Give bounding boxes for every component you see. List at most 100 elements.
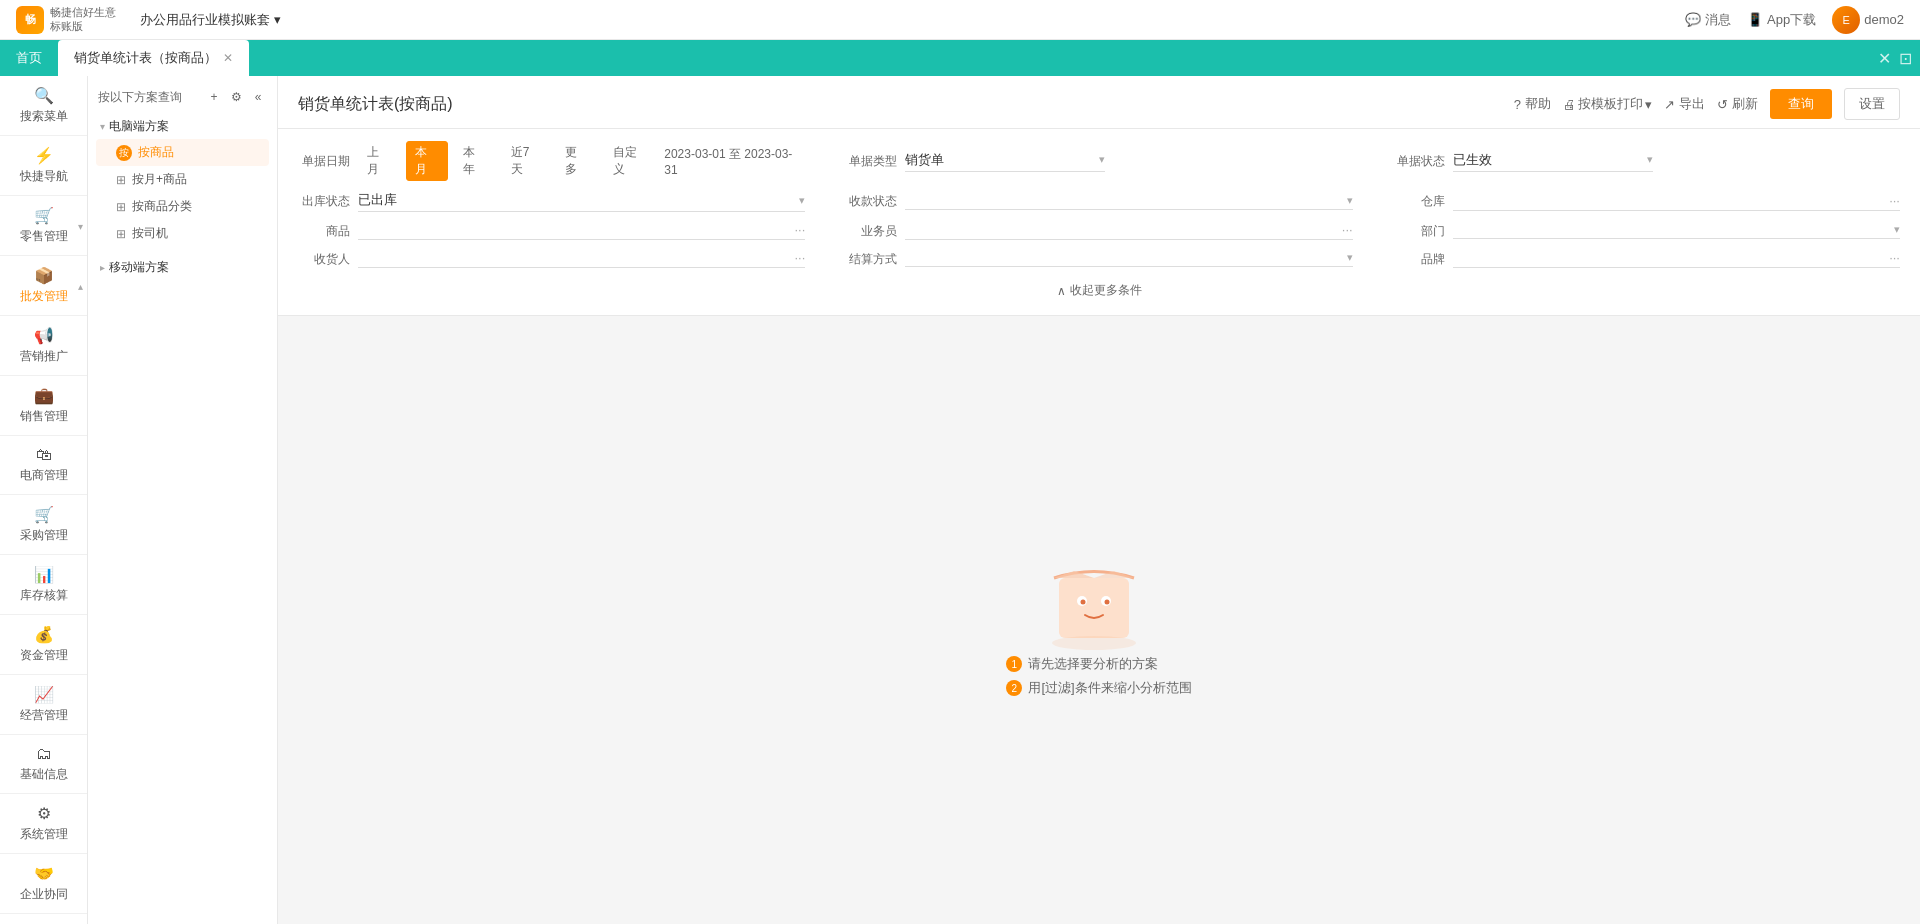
by-month-product-icon: ⊞: [116, 173, 126, 187]
empty-illustration: [1039, 543, 1159, 643]
sidebar-item-inventory[interactable]: 📊 库存核算: [0, 555, 87, 615]
receipt-status-control: ▾: [905, 194, 1352, 210]
query-button[interactable]: 查询: [1770, 89, 1832, 119]
department-arrow-icon[interactable]: ▾: [1894, 223, 1900, 236]
date-range-display: 2023-03-01 至 2023-03-31: [664, 146, 805, 177]
retail-expand-icon: ▾: [78, 220, 83, 231]
tab-close-window-icon[interactable]: ✕: [1878, 49, 1891, 68]
date-btn-more[interactable]: 更多: [556, 141, 598, 181]
sidebar-item-purchase[interactable]: 🛒 采购管理: [0, 495, 87, 555]
base-icon: 🗂: [36, 745, 52, 763]
payment-arrow-icon[interactable]: ▾: [1347, 251, 1353, 264]
user-action[interactable]: E demo2: [1832, 6, 1904, 34]
doc-status-arrow-icon[interactable]: ▾: [1647, 153, 1653, 166]
doc-status-value: 已生效: [1453, 151, 1492, 169]
mobile-group-title[interactable]: ▸ 移动端方案: [96, 255, 269, 280]
salesperson-dots-icon[interactable]: ···: [1342, 222, 1353, 237]
help-action[interactable]: ? 帮助: [1514, 95, 1551, 113]
scheme-item-by-cashier[interactable]: ⊞ 按司机: [96, 220, 269, 247]
out-status-label: 出库状态: [298, 193, 350, 210]
sidebar-item-retail[interactable]: 🛒 零售管理 ▾: [0, 196, 87, 256]
scheme-item-by-product[interactable]: 按 按商品: [96, 139, 269, 166]
sidebar-item-business[interactable]: 📈 经营管理: [0, 675, 87, 735]
sidebar-item-sales[interactable]: 💼 销售管理: [0, 376, 87, 436]
brand-control: ···: [1453, 250, 1900, 268]
receiver-dots-icon[interactable]: ···: [794, 250, 805, 265]
marketing-icon: 📢: [34, 326, 54, 345]
system-icon: ⚙: [37, 804, 51, 823]
sidebar-item-ecommerce[interactable]: 🛍 电商管理: [0, 436, 87, 495]
avatar: E: [1832, 6, 1860, 34]
tip-1-num: 1: [1006, 656, 1022, 672]
finance-icon: 💰: [34, 625, 54, 644]
mobile-group-arrow: ▸: [100, 262, 105, 273]
date-filter-controls: 上月 本月 本年 近7天 更多 自定义 2023-03-01 至 2023-03…: [358, 141, 805, 181]
product-dots-icon[interactable]: ···: [794, 222, 805, 237]
message-action[interactable]: 💬 消息: [1685, 11, 1731, 29]
svg-point-4: [1105, 600, 1110, 605]
tab-home[interactable]: 首页: [0, 40, 58, 76]
sidebar: 🔍 搜索菜单 ⚡ 快捷导航 🛒 零售管理 ▾ 📦 批发管理 ▴ 📢 营销推广 💼…: [0, 76, 88, 924]
retail-icon: 🛒: [34, 206, 54, 225]
scheme-item-by-month-product[interactable]: ⊞ 按月+商品: [96, 166, 269, 193]
filter-area: 单据日期 上月 本月 本年 近7天 更多 自定义 2023-03-01 至 20…: [278, 129, 1920, 316]
tab-maximize-icon[interactable]: ⊡: [1899, 49, 1912, 68]
sidebar-item-finance[interactable]: 💰 资金管理: [0, 615, 87, 675]
desktop-group-title[interactable]: ▾ 电脑端方案: [96, 114, 269, 139]
sidebar-item-corp[interactable]: 🤝 企业协同: [0, 854, 87, 914]
industry-selector[interactable]: 办公用品行业模拟账套 ▾: [140, 11, 281, 29]
config-scheme-btn[interactable]: ⚙: [227, 88, 245, 106]
app-download-action[interactable]: 📱 App下载: [1747, 11, 1816, 29]
tab-close-icon[interactable]: ✕: [223, 51, 233, 65]
sidebar-item-marketing[interactable]: 📢 营销推广: [0, 316, 87, 376]
print-action[interactable]: 🖨 按模板打印 ▾: [1563, 95, 1652, 113]
right-content: 销货单统计表(按商品) ? 帮助 🖨 按模板打印 ▾ ↗ 导出: [278, 76, 1920, 924]
date-btn-custom[interactable]: 自定义: [604, 141, 658, 181]
sidebar-item-system[interactable]: ⚙ 系统管理: [0, 794, 87, 854]
by-category-icon: ⊞: [116, 200, 126, 214]
out-status-value: 已出库: [358, 191, 397, 209]
content-area: 按以下方案查询 + ⚙ « ▾ 电脑端方案 按 按商品 ⊞: [88, 76, 1920, 924]
sidebar-item-newbie[interactable]: 🎓 新手引导: [0, 914, 87, 924]
mobile-scheme-group: ▸ 移动端方案: [88, 251, 277, 284]
filter-row-3: 商品 ··· 业务员 ···: [298, 222, 1900, 240]
export-action[interactable]: ↗ 导出: [1664, 95, 1705, 113]
sidebar-item-search[interactable]: 🔍 搜索菜单: [0, 76, 87, 136]
print-icon: 🖨: [1563, 97, 1576, 112]
doc-type-control: 销货单 ▾: [905, 151, 1105, 172]
brand-dots-icon[interactable]: ···: [1889, 250, 1900, 265]
date-btn-thisyear[interactable]: 本年: [454, 141, 496, 181]
add-scheme-btn[interactable]: +: [205, 88, 223, 106]
date-btn-thismonth[interactable]: 本月: [406, 141, 448, 181]
sidebar-item-base[interactable]: 🗂 基础信息: [0, 735, 87, 794]
date-label: 单据日期: [298, 153, 350, 170]
filter-receipt-status: 收款状态 ▾: [845, 193, 1352, 210]
brand-label: 品牌: [1393, 251, 1445, 268]
page-title: 销货单统计表(按商品): [298, 94, 453, 115]
collapse-panel-btn[interactable]: «: [249, 88, 267, 106]
refresh-action[interactable]: ↺ 刷新: [1717, 95, 1758, 113]
settings-button[interactable]: 设置: [1844, 88, 1900, 120]
collapse-up-icon: ∧: [1057, 284, 1066, 298]
sales-icon: 💼: [34, 386, 54, 405]
doc-type-arrow-icon[interactable]: ▾: [1099, 153, 1105, 166]
salesperson-control: ···: [905, 222, 1352, 240]
out-status-arrow-icon[interactable]: ▾: [799, 194, 805, 207]
empty-tip-2: 2 用[过滤]条件来缩小分析范围: [1006, 679, 1191, 697]
salesperson-label: 业务员: [845, 223, 897, 240]
receiver-control: ···: [358, 250, 805, 268]
svg-point-5: [1052, 636, 1136, 650]
tab-sales-stat[interactable]: 销货单统计表（按商品） ✕: [58, 40, 249, 76]
product-label: 商品: [298, 223, 350, 240]
scheme-item-by-category[interactable]: ⊞ 按商品分类: [96, 193, 269, 220]
warehouse-dots-icon[interactable]: ···: [1889, 193, 1900, 208]
logo-icon: 畅: [16, 6, 44, 34]
sidebar-item-wholesale[interactable]: 📦 批发管理 ▴: [0, 256, 87, 316]
collapse-more-btn[interactable]: ∧ 收起更多条件: [298, 278, 1900, 303]
left-panel-header: 按以下方案查询 + ⚙ «: [88, 84, 277, 110]
date-btn-lastmonth[interactable]: 上月: [358, 141, 400, 181]
date-btn-7days[interactable]: 近7天: [502, 141, 551, 181]
sidebar-item-quick-nav[interactable]: ⚡ 快捷导航: [0, 136, 87, 196]
warehouse-label: 仓库: [1393, 193, 1445, 210]
receipt-status-arrow-icon[interactable]: ▾: [1347, 194, 1353, 207]
